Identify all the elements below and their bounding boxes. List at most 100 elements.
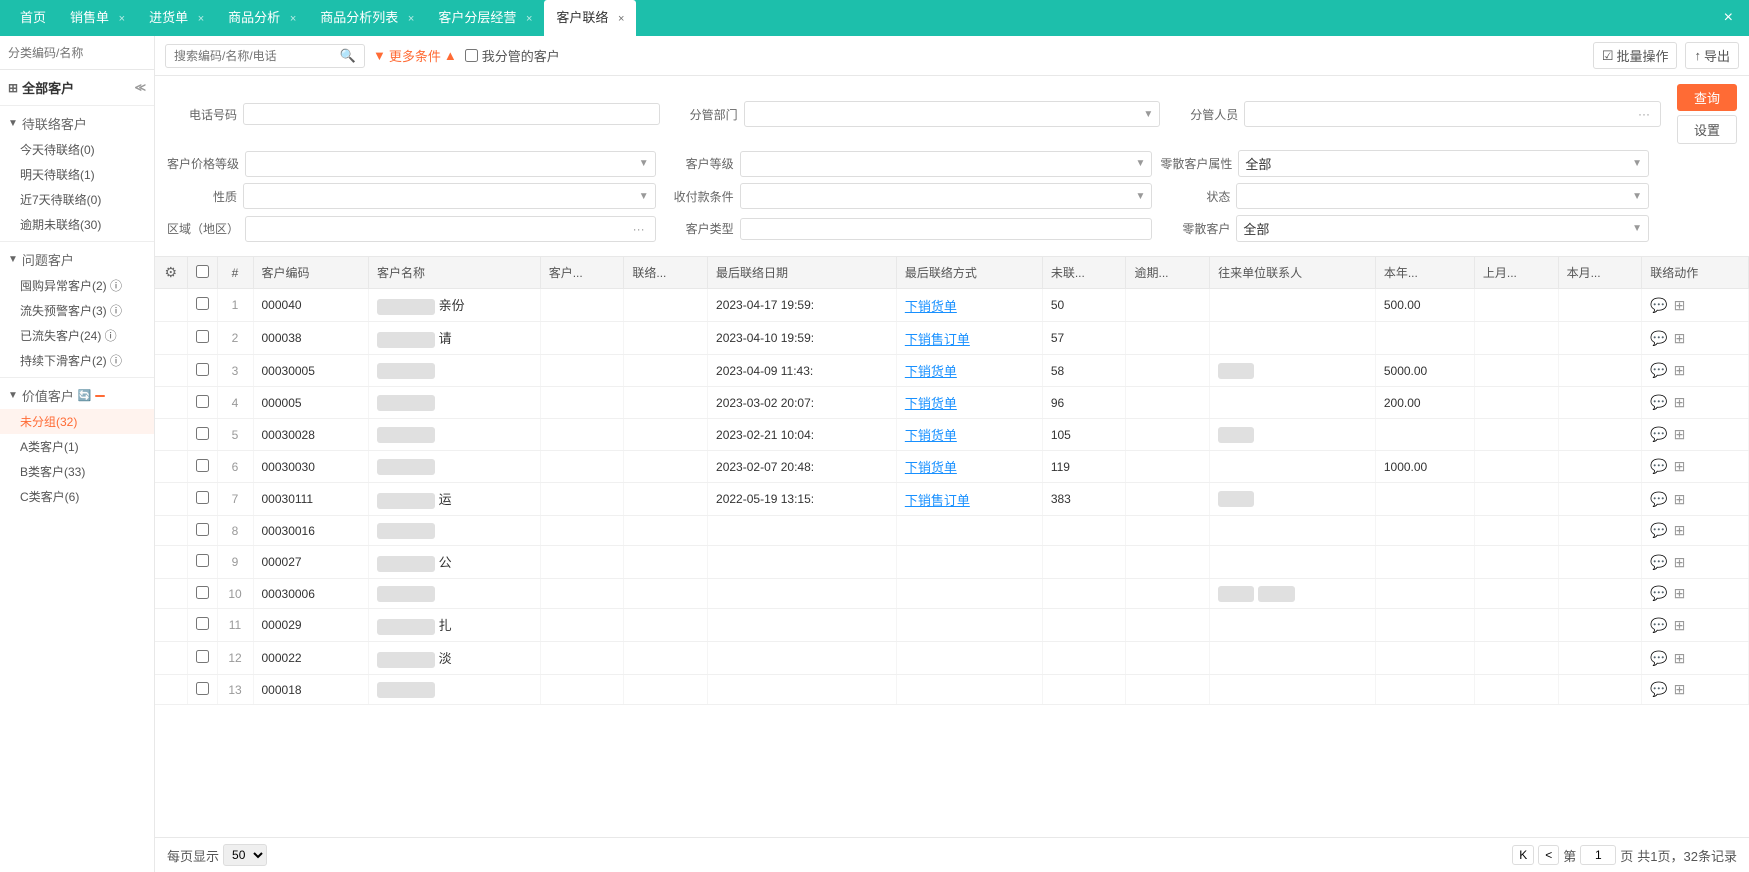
row-checkbox[interactable] xyxy=(196,682,209,695)
sidebar-item-class-b[interactable]: B类客户(33) xyxy=(0,459,154,484)
chat-icon[interactable]: 💬 xyxy=(1650,458,1667,475)
row-checkbox[interactable] xyxy=(196,363,209,376)
retail-attr-select[interactable]: 全部 ▼ xyxy=(1238,150,1649,177)
select-all-checkbox[interactable] xyxy=(196,265,209,278)
td-check[interactable] xyxy=(187,387,217,419)
row-checkbox[interactable] xyxy=(196,523,209,536)
sidebar-item-tomorrow[interactable]: 明天待联络(1) xyxy=(0,162,154,187)
th-this-year[interactable]: 本年... xyxy=(1375,257,1474,289)
row-checkbox[interactable] xyxy=(196,650,209,663)
close-salesorder-icon[interactable]: × xyxy=(119,13,125,25)
group-value-customers[interactable]: ▼ 价值客户 🔄 xyxy=(0,382,154,409)
close-product-analysis-icon[interactable]: × xyxy=(290,13,296,25)
status-select[interactable]: ▼ xyxy=(1236,183,1649,209)
sidebar-item-declining[interactable]: 持续下滑客户(2) ⓘ xyxy=(0,348,154,373)
apps-icon[interactable]: ⊞ xyxy=(1674,491,1686,508)
row-checkbox[interactable] xyxy=(196,459,209,472)
contact-type-link[interactable]: 下销货单 xyxy=(905,428,957,443)
sidebar-item-7days[interactable]: 近7天待联络(0) xyxy=(0,187,154,212)
dept-select[interactable]: ▼ xyxy=(744,101,1161,127)
row-checkbox[interactable] xyxy=(196,427,209,440)
chat-icon[interactable]: 💬 xyxy=(1650,522,1667,539)
th-last-contact-type[interactable]: 最后联络方式 xyxy=(896,257,1042,289)
nature-select[interactable]: ▼ xyxy=(243,183,656,209)
chat-icon[interactable]: 💬 xyxy=(1650,426,1667,443)
region-more-icon[interactable]: ··· xyxy=(629,222,649,236)
nav-tab-product-list[interactable]: 商品分析列表 × xyxy=(308,0,426,36)
group-problem-customers[interactable]: ▼ 问题客户 xyxy=(0,246,154,273)
contact-type-link[interactable]: 下销售订单 xyxy=(905,332,970,347)
th-last-contact-date[interactable]: 最后联络日期 xyxy=(708,257,897,289)
settings-gear-icon[interactable]: ⚙ xyxy=(164,264,177,280)
apps-icon[interactable]: ⊞ xyxy=(1674,522,1686,539)
nav-tab-purchase[interactable]: 进货单 × xyxy=(137,0,216,36)
th-customer-type[interactable]: 客户... xyxy=(540,257,624,289)
th-unit-contact[interactable]: 往来单位联系人 xyxy=(1210,257,1376,289)
contact-type-link[interactable]: 下销货单 xyxy=(905,460,957,475)
chat-icon[interactable]: 💬 xyxy=(1650,394,1667,411)
chat-icon[interactable]: 💬 xyxy=(1650,297,1667,314)
row-checkbox[interactable] xyxy=(196,395,209,408)
td-check[interactable] xyxy=(187,289,217,322)
sidebar-item-class-a[interactable]: A类客户(1) xyxy=(0,434,154,459)
search-input[interactable] xyxy=(174,49,340,63)
apps-icon[interactable]: ⊞ xyxy=(1674,585,1686,602)
apps-icon[interactable]: ⊞ xyxy=(1674,617,1686,634)
page-prev-button[interactable]: < xyxy=(1538,845,1559,865)
sidebar-item-today[interactable]: 今天待联络(0) xyxy=(0,137,154,162)
chat-icon[interactable]: 💬 xyxy=(1650,491,1667,508)
refresh-icon[interactable]: 🔄 xyxy=(78,389,92,402)
apps-icon[interactable]: ⊞ xyxy=(1674,650,1686,667)
row-checkbox[interactable] xyxy=(196,330,209,343)
customer-type-input[interactable] xyxy=(740,218,1153,240)
apps-icon[interactable]: ⊞ xyxy=(1674,394,1686,411)
th-this-month[interactable]: 本月... xyxy=(1558,257,1642,289)
collapse-icon[interactable]: ≪ xyxy=(134,81,146,94)
close-purchase-icon[interactable]: × xyxy=(198,13,204,25)
search-icon[interactable]: 🔍 xyxy=(340,48,356,64)
th-customer-name[interactable]: 客户名称 xyxy=(368,257,540,289)
chat-icon[interactable]: 💬 xyxy=(1650,585,1667,602)
region-select[interactable]: ··· xyxy=(245,216,656,242)
customer-level-select[interactable]: ▼ xyxy=(740,151,1153,177)
td-check[interactable] xyxy=(187,642,217,675)
apps-icon[interactable]: ⊞ xyxy=(1674,330,1686,347)
reset-button[interactable]: 设置 xyxy=(1677,115,1737,144)
td-check[interactable] xyxy=(187,546,217,579)
td-check[interactable] xyxy=(187,609,217,642)
td-check[interactable] xyxy=(187,451,217,483)
td-check[interactable] xyxy=(187,675,217,705)
manager-more-icon[interactable]: ··· xyxy=(1634,107,1654,121)
sidebar-item-abnormal[interactable]: 囤购异常客户(2) ⓘ xyxy=(0,273,154,298)
chat-icon[interactable]: 💬 xyxy=(1650,681,1667,698)
th-overdue[interactable]: 逾期... xyxy=(1126,257,1210,289)
page-number-input[interactable] xyxy=(1580,845,1616,865)
nav-tab-customer-tier[interactable]: 客户分层经营 × xyxy=(426,0,544,36)
contact-type-link[interactable]: 下销货单 xyxy=(905,396,957,411)
chat-icon[interactable]: 💬 xyxy=(1650,362,1667,379)
close-customer-contact-icon[interactable]: × xyxy=(618,13,624,25)
apps-icon[interactable]: ⊞ xyxy=(1674,297,1686,314)
th-contact[interactable]: 联络... xyxy=(624,257,708,289)
chat-icon[interactable]: 💬 xyxy=(1650,330,1667,347)
td-check[interactable] xyxy=(187,355,217,387)
chat-icon[interactable]: 💬 xyxy=(1650,554,1667,571)
manager-select[interactable]: ··· xyxy=(1244,101,1661,127)
th-last-month[interactable]: 上月... xyxy=(1474,257,1558,289)
nav-home[interactable]: 首页 xyxy=(8,0,58,36)
close-all-button[interactable]: × xyxy=(1716,9,1741,27)
close-product-list-icon[interactable]: × xyxy=(408,13,414,25)
payment-select[interactable]: ▼ xyxy=(740,183,1153,209)
sidebar-item-unclassified[interactable]: 未分组(32) xyxy=(0,409,154,434)
retail-customer-select[interactable]: 全部 ▼ xyxy=(1236,215,1649,242)
row-checkbox[interactable] xyxy=(196,554,209,567)
my-customer-checkbox[interactable]: 我分管的客户 xyxy=(465,46,560,65)
export-button[interactable]: ↑ 导出 xyxy=(1685,42,1739,69)
chat-icon[interactable]: 💬 xyxy=(1650,617,1667,634)
sidebar-search-input[interactable] xyxy=(8,46,155,60)
th-no-contact[interactable]: 未联... xyxy=(1042,257,1126,289)
nav-tab-salesorder[interactable]: 销售单 × xyxy=(58,0,137,36)
row-checkbox[interactable] xyxy=(196,586,209,599)
sidebar-item-overdue[interactable]: 逾期未联络(30) xyxy=(0,212,154,237)
phone-input[interactable] xyxy=(243,103,660,125)
